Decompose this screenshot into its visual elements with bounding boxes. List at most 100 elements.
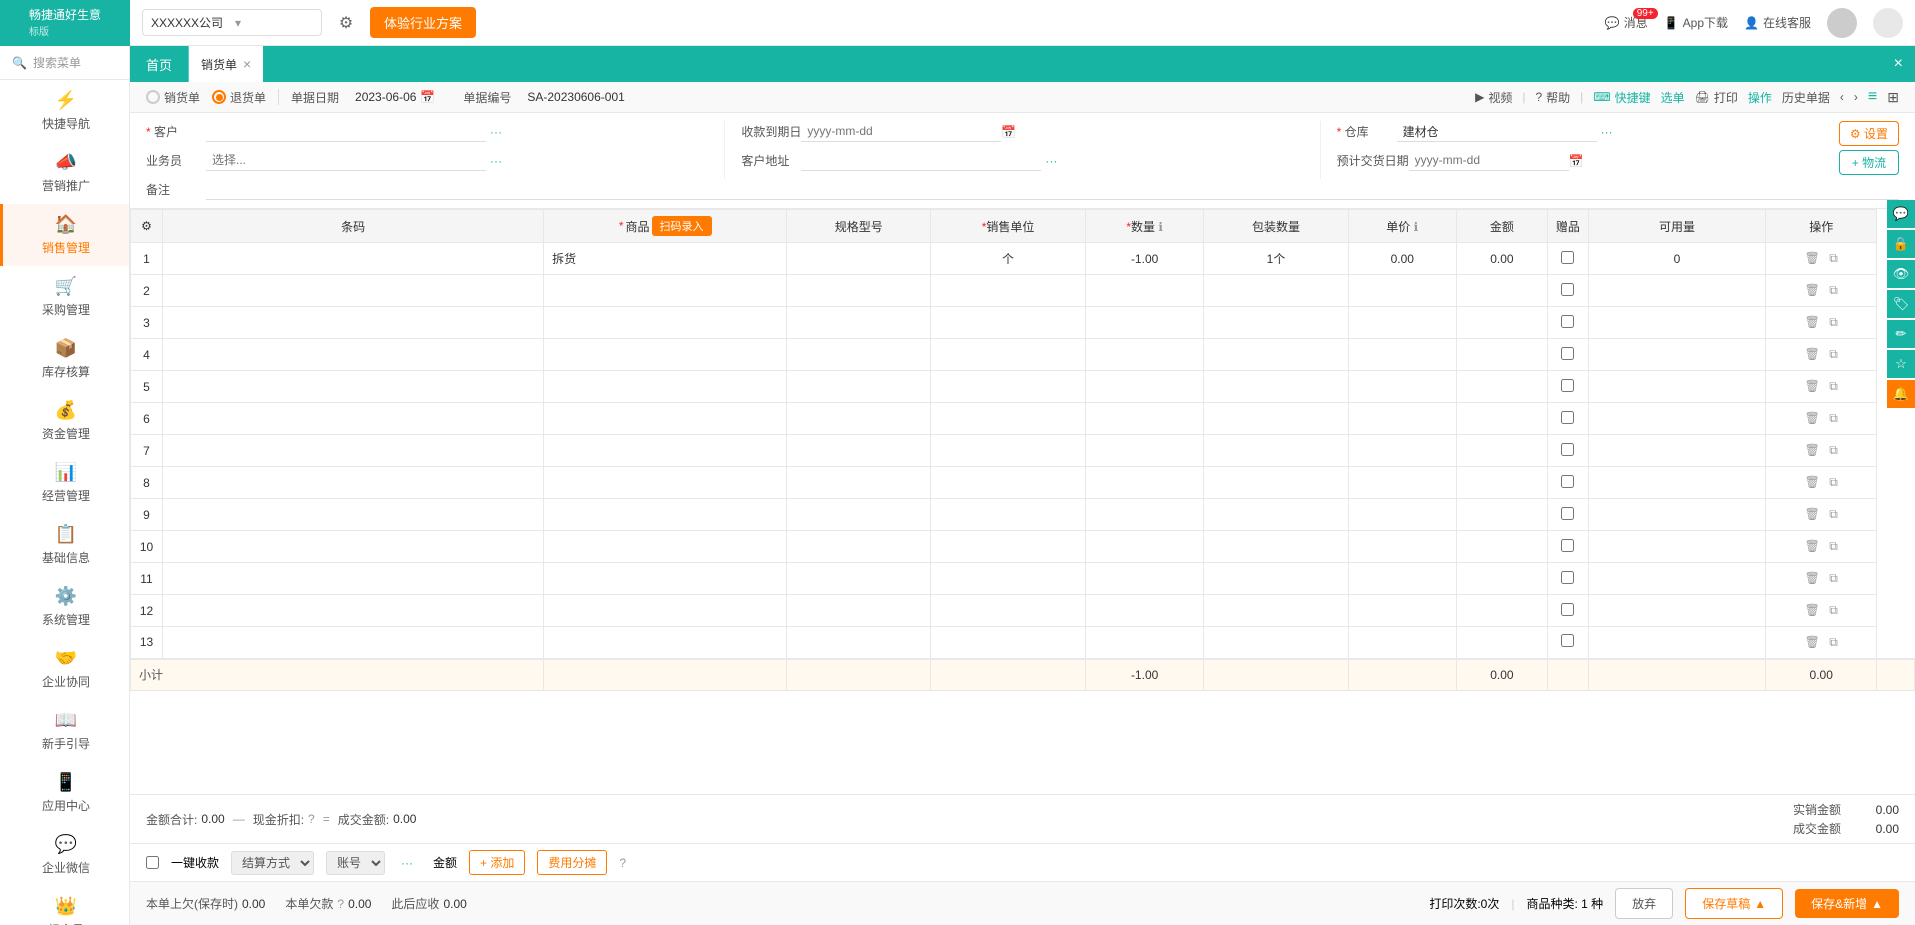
cell-unit[interactable] — [931, 467, 1085, 499]
cell-unitprice[interactable] — [1348, 339, 1456, 371]
cell-gift[interactable] — [1547, 563, 1588, 595]
copy-icon[interactable]: ⧉ — [1829, 347, 1838, 361]
cell-spec[interactable] — [787, 531, 931, 563]
cell-product[interactable] — [544, 403, 787, 435]
copy-icon[interactable]: ⧉ — [1829, 635, 1838, 649]
delete-icon[interactable]: 🗑 — [1805, 411, 1820, 425]
copy-icon[interactable]: ⧉ — [1829, 603, 1838, 617]
float-tag-btn[interactable]: 🏷 — [1887, 290, 1915, 318]
avatar2[interactable] — [1873, 8, 1903, 38]
sidebar-item-quick-nav[interactable]: ⚡ 快捷导航 — [0, 80, 129, 142]
cell-barcode[interactable] — [163, 531, 544, 563]
cell-barcode[interactable] — [163, 339, 544, 371]
warehouse-more-icon[interactable]: ··· — [1601, 125, 1613, 139]
cell-packqty[interactable] — [1204, 339, 1348, 371]
sidebar-item-wechat[interactable]: 💬 企业微信 — [0, 824, 129, 886]
form-settings-button[interactable]: ⚙ 设置 — [1839, 121, 1899, 146]
settings-icon[interactable]: ⚙ — [330, 7, 362, 39]
cell-product[interactable] — [544, 435, 787, 467]
cell-unit[interactable] — [931, 595, 1085, 627]
customer-address-input[interactable] — [801, 150, 1041, 171]
cell-packqty[interactable] — [1204, 467, 1348, 499]
expenses-split-button[interactable]: 费用分摊 — [537, 850, 607, 875]
cell-gift[interactable] — [1547, 435, 1588, 467]
account-select[interactable]: 账号 — [326, 851, 385, 875]
warehouse-input[interactable] — [1397, 121, 1597, 142]
cell-unit[interactable] — [931, 499, 1085, 531]
cell-gift[interactable] — [1547, 243, 1588, 275]
cell-spec[interactable] — [787, 595, 931, 627]
help-btn[interactable]: ? 帮助 — [1535, 89, 1570, 106]
delete-icon[interactable]: 🗑 — [1805, 347, 1820, 361]
sidebar-item-member[interactable]: 👑 畅会员 — [0, 886, 129, 925]
delete-icon[interactable]: 🗑 — [1805, 443, 1820, 457]
cell-amount[interactable] — [1456, 531, 1547, 563]
cell-packqty[interactable] — [1204, 595, 1348, 627]
delete-icon[interactable]: 🗑 — [1805, 603, 1820, 617]
cell-unitprice[interactable]: 0.00 — [1348, 243, 1456, 275]
cell-product[interactable]: 拆货 — [544, 243, 787, 275]
cell-product[interactable] — [544, 531, 787, 563]
cell-product[interactable] — [544, 627, 787, 659]
save-new-button[interactable]: 保存&新增 ▲ — [1795, 889, 1899, 918]
cell-amount[interactable] — [1456, 403, 1547, 435]
cell-packqty[interactable] — [1204, 563, 1348, 595]
cell-unitprice[interactable] — [1348, 595, 1456, 627]
delete-icon[interactable]: 🗑 — [1805, 475, 1820, 489]
cell-gift[interactable] — [1547, 307, 1588, 339]
expected-date-input[interactable] — [1409, 150, 1569, 171]
cell-amount[interactable] — [1456, 339, 1547, 371]
copy-icon[interactable]: ⧉ — [1829, 283, 1838, 297]
cell-spec[interactable] — [787, 307, 931, 339]
cell-gift[interactable] — [1547, 339, 1588, 371]
delete-icon[interactable]: 🗑 — [1805, 283, 1820, 297]
cell-gift[interactable] — [1547, 371, 1588, 403]
delete-icon[interactable]: 🗑 — [1805, 379, 1820, 393]
sidebar-item-system[interactable]: ⚙️ 系统管理 — [0, 576, 129, 638]
account-more-icon[interactable]: ··· — [401, 856, 413, 870]
cell-barcode[interactable] — [163, 595, 544, 627]
copy-icon[interactable]: ⧉ — [1829, 411, 1838, 425]
cell-unitprice[interactable] — [1348, 307, 1456, 339]
cell-amount[interactable] — [1456, 499, 1547, 531]
cell-quantity[interactable] — [1085, 499, 1204, 531]
operation-btn[interactable]: 操作 — [1748, 89, 1772, 106]
cell-unit[interactable] — [931, 627, 1085, 659]
collection-cal-icon[interactable]: 📅 — [1001, 125, 1016, 139]
copy-icon[interactable]: ⧉ — [1829, 507, 1838, 521]
cell-gift[interactable] — [1547, 627, 1588, 659]
cell-unit[interactable] — [931, 403, 1085, 435]
cell-unitprice[interactable] — [1348, 531, 1456, 563]
cell-barcode[interactable] — [163, 371, 544, 403]
cell-unitprice[interactable] — [1348, 371, 1456, 403]
sidebar-item-inventory[interactable]: 📦 库存核算 — [0, 328, 129, 390]
scan-barcode-button[interactable]: 扫码录入 — [652, 216, 712, 236]
cell-unitprice[interactable] — [1348, 435, 1456, 467]
cell-product[interactable] — [544, 307, 787, 339]
salesperson-input[interactable] — [206, 150, 486, 171]
cell-gift[interactable] — [1547, 403, 1588, 435]
copy-icon[interactable]: ⧉ — [1829, 443, 1838, 457]
prev-btn[interactable]: ‹ — [1840, 90, 1844, 104]
cell-amount[interactable]: 0.00 — [1456, 243, 1547, 275]
cell-amount[interactable] — [1456, 435, 1547, 467]
cell-product[interactable] — [544, 339, 787, 371]
customer-input[interactable] — [206, 121, 486, 142]
app-download-btn[interactable]: 📱 App下载 — [1664, 14, 1728, 31]
copy-icon[interactable]: ⧉ — [1829, 539, 1838, 553]
address-more-icon[interactable]: ··· — [1045, 154, 1057, 168]
cell-unitprice[interactable] — [1348, 467, 1456, 499]
remarks-input[interactable] — [206, 179, 1899, 200]
table-container[interactable]: ⚙ 条码 *商品 扫码录入 规格型号 *销售单位 *数量 ℹ 包装数量 单价 ℹ — [130, 209, 1915, 794]
cell-product[interactable] — [544, 499, 787, 531]
sidebar-item-base[interactable]: 📋 基础信息 — [0, 514, 129, 576]
video-btn[interactable]: ▶ 视频 — [1475, 89, 1512, 106]
cell-unit[interactable]: 个 — [931, 243, 1085, 275]
cell-packqty[interactable] — [1204, 371, 1348, 403]
cell-unit[interactable] — [931, 275, 1085, 307]
print-btn[interactable]: 🖨 打印 — [1695, 89, 1738, 106]
form-logistics-button[interactable]: + 物流 — [1839, 150, 1899, 175]
cell-unitprice[interactable] — [1348, 403, 1456, 435]
list-view-btn[interactable]: ≡ — [1868, 88, 1877, 106]
cell-product[interactable] — [544, 595, 787, 627]
